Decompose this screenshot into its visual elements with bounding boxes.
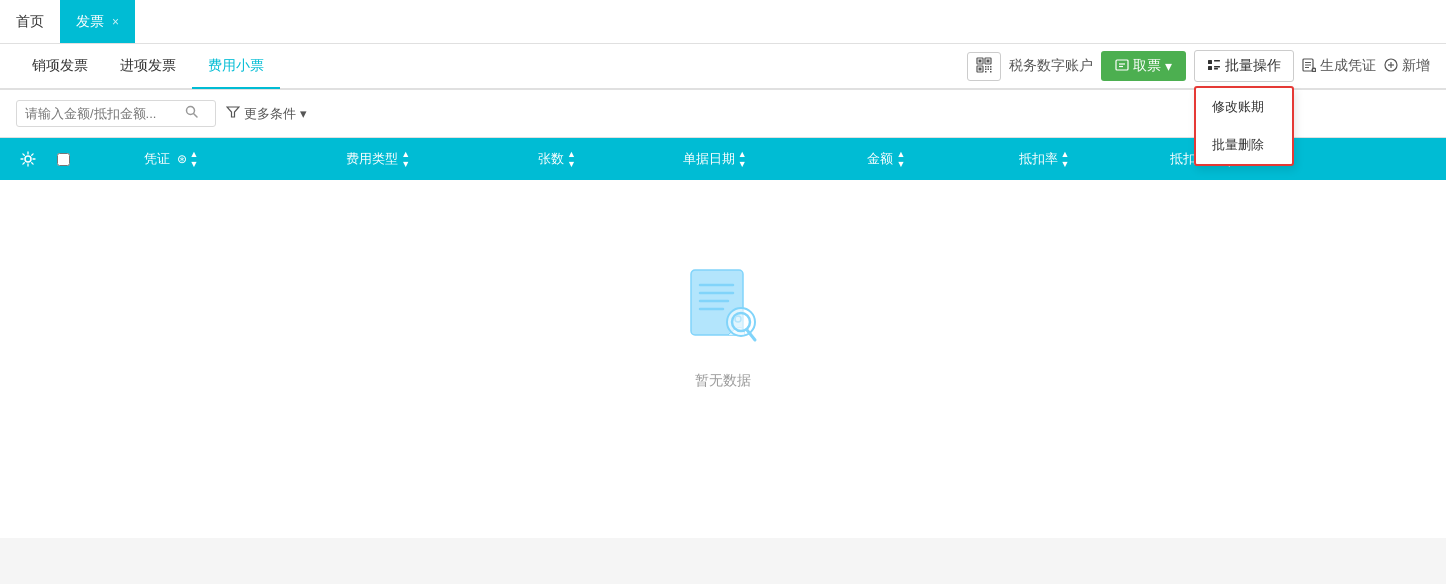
svg-rect-14	[1116, 60, 1128, 70]
gen-voucher-label: 生成凭证	[1320, 57, 1376, 75]
tab-outgoing-invoice[interactable]: 销项发票	[16, 45, 104, 89]
svg-rect-8	[990, 66, 992, 68]
add-new-btn[interactable]: 新增	[1384, 57, 1430, 75]
th-expense-type: 费用类型 ▲▼	[264, 150, 492, 169]
svg-rect-6	[985, 66, 987, 68]
th-count: 张数 ▲▼	[492, 150, 621, 169]
svg-rect-17	[1208, 60, 1212, 64]
deduct-rate-sort[interactable]: ▲▼	[1061, 150, 1070, 169]
empty-state: 暂无数据	[0, 180, 1446, 470]
batch-ops-label: 批量操作	[1225, 57, 1281, 75]
tax-digital-btn[interactable]: 税务数字账户	[1009, 57, 1093, 75]
main-content: 凭证 ⊛ ▲▼ 费用类型 ▲▼ 张数 ▲▼ 单据日期 ▲▼ 金额	[0, 138, 1446, 538]
svg-rect-10	[988, 68, 990, 70]
gen-voucher-btn[interactable]: 生成凭证	[1302, 57, 1376, 75]
sub-tabs-bar: 销项发票 进项发票 费用小票	[0, 44, 1446, 90]
batch-dropdown-menu: 修改账期 批量删除	[1194, 86, 1294, 166]
empty-text: 暂无数据	[695, 372, 751, 390]
svg-rect-20	[1214, 66, 1220, 68]
close-tab-btn[interactable]: ×	[112, 15, 119, 29]
batch-delete-item[interactable]: 批量删除	[1196, 126, 1292, 164]
svg-point-35	[25, 156, 31, 162]
svg-rect-3	[979, 59, 982, 62]
svg-rect-7	[988, 66, 990, 68]
expense-type-sort[interactable]: ▲▼	[401, 150, 410, 169]
th-checkbox[interactable]	[48, 153, 78, 166]
search-input[interactable]	[25, 106, 185, 121]
more-filter-btn[interactable]: 更多条件 ▾	[226, 105, 307, 123]
get-ticket-icon	[1115, 58, 1129, 75]
th-date: 单据日期 ▲▼	[622, 150, 808, 169]
gen-voucher-icon	[1302, 58, 1316, 75]
svg-rect-21	[1214, 68, 1218, 70]
th-deduct-rate: 抵扣率 ▲▼	[965, 150, 1123, 169]
search-icon[interactable]	[185, 105, 199, 122]
date-sort[interactable]: ▲▼	[738, 150, 747, 169]
svg-marker-34	[227, 107, 239, 117]
batch-ops-wrapper: 批量操作 修改账期 批量删除	[1194, 50, 1294, 82]
get-ticket-label: 取票	[1133, 57, 1161, 75]
empty-illustration	[673, 260, 773, 360]
modify-period-item[interactable]: 修改账期	[1196, 88, 1292, 126]
svg-rect-11	[990, 68, 992, 70]
svg-rect-19	[1208, 66, 1212, 70]
batch-ops-btn[interactable]: 批量操作	[1194, 50, 1294, 82]
get-ticket-btn[interactable]: 取票 ▾	[1101, 51, 1186, 81]
tab-incoming-invoice[interactable]: 进项发票	[104, 45, 192, 89]
filter-chevron: ▾	[300, 106, 307, 121]
qr-button[interactable]	[967, 52, 1001, 81]
sub-tabs-actions: 税务数字账户 取票 ▾	[967, 50, 1430, 82]
voucher-filter-icon[interactable]: ⊛	[177, 152, 187, 166]
home-tab[interactable]: 首页	[0, 0, 60, 43]
svg-rect-18	[1214, 60, 1220, 62]
amount-sort[interactable]: ▲▼	[896, 150, 905, 169]
qr-icon	[976, 57, 992, 76]
th-voucher: 凭证 ⊛ ▲▼	[78, 150, 264, 169]
tax-digital-label: 税务数字账户	[1009, 57, 1093, 73]
svg-line-33	[194, 114, 198, 118]
search-box[interactable]	[16, 100, 216, 127]
svg-rect-9	[985, 68, 987, 70]
add-label: 新增	[1402, 57, 1430, 75]
svg-rect-5	[979, 67, 982, 70]
filter-label: 更多条件	[244, 105, 296, 123]
invoice-tab[interactable]: 发票 ×	[60, 0, 135, 43]
add-icon	[1384, 58, 1398, 75]
count-sort[interactable]: ▲▼	[567, 150, 576, 169]
voucher-sort[interactable]: ▲▼	[190, 150, 199, 169]
get-ticket-chevron: ▾	[1165, 58, 1172, 74]
batch-ops-icon	[1207, 58, 1221, 75]
select-all-checkbox[interactable]	[57, 153, 70, 166]
svg-rect-13	[990, 71, 992, 73]
invoice-tab-label: 发票	[76, 13, 104, 31]
svg-rect-12	[985, 71, 987, 73]
top-nav: 首页 发票 ×	[0, 0, 1446, 44]
th-amount: 金额 ▲▼	[808, 150, 966, 169]
tab-expense-receipt[interactable]: 费用小票	[192, 45, 280, 89]
svg-rect-4	[987, 59, 990, 62]
th-settings[interactable]	[8, 151, 48, 167]
filter-icon	[226, 105, 240, 122]
